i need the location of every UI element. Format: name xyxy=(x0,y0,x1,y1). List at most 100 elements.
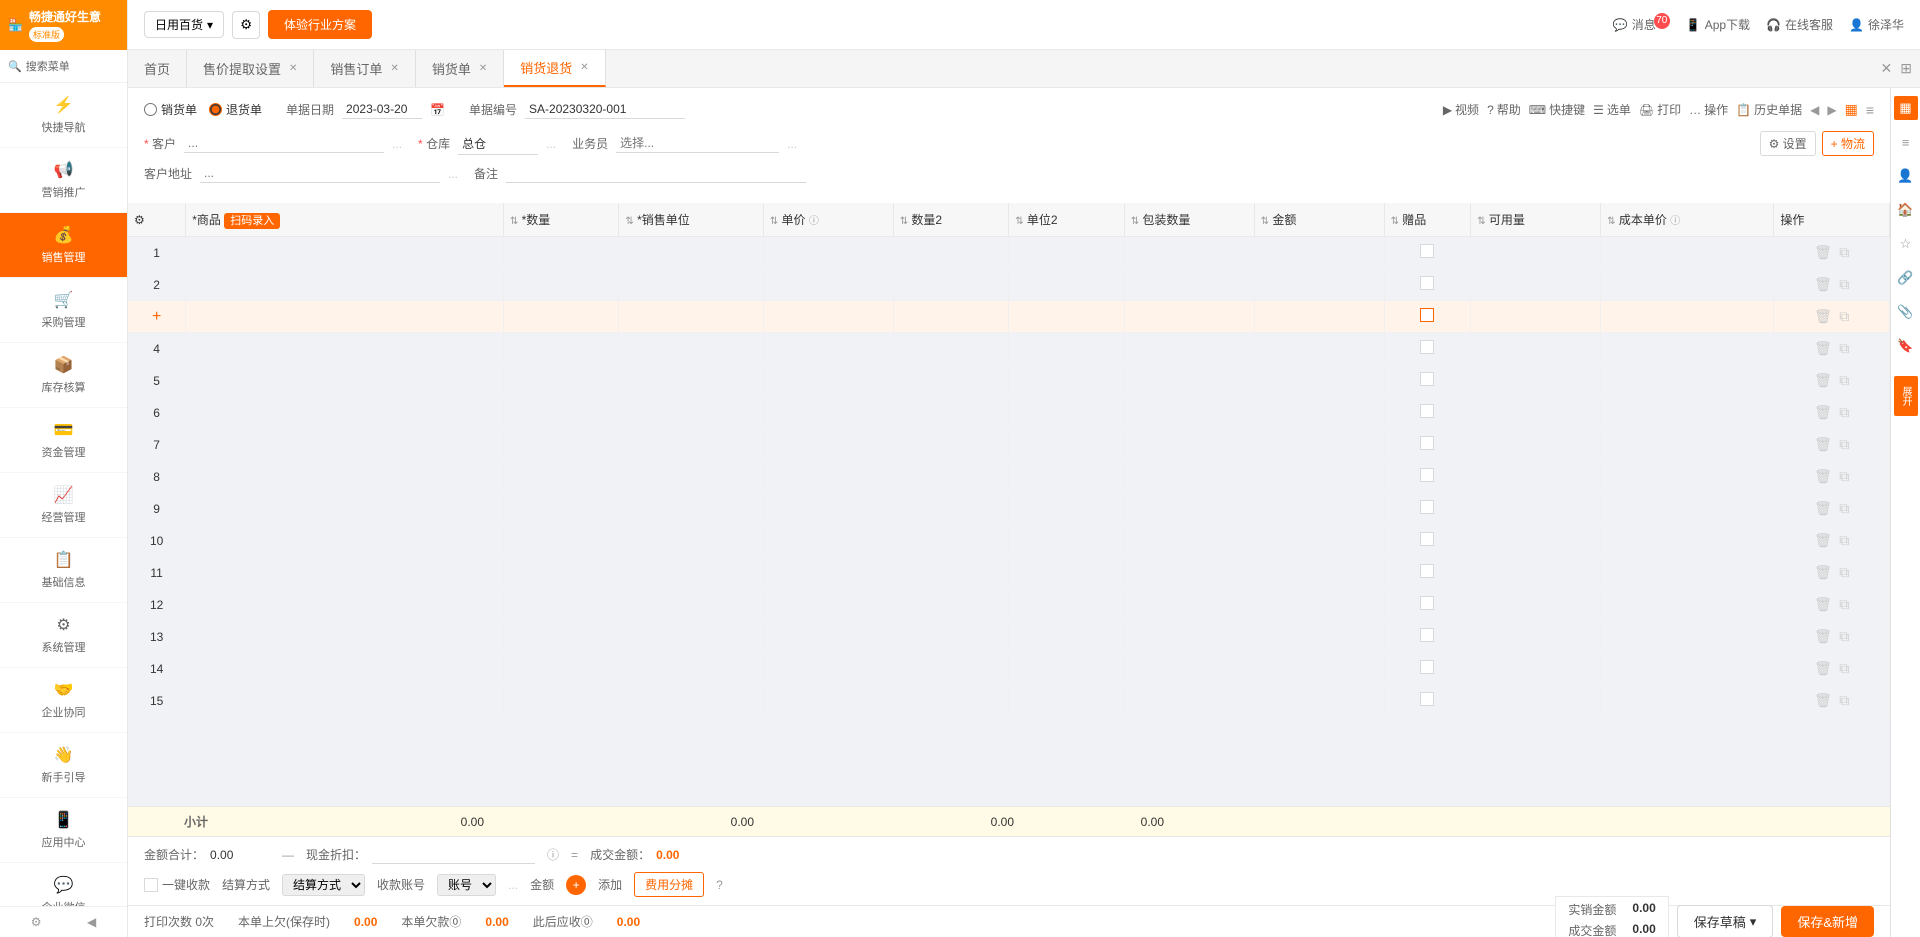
side-icon-star[interactable]: ☆ xyxy=(1894,232,1918,256)
row-unit2-10[interactable] xyxy=(1009,525,1125,557)
row-unit2-1[interactable] xyxy=(1009,237,1125,269)
row-qty-15[interactable] xyxy=(503,685,619,717)
copy-row-1[interactable]: ⧉ xyxy=(1839,244,1849,260)
delete-row-8[interactable]: 🗑 xyxy=(1814,468,1832,484)
row-pkgqty-12[interactable] xyxy=(1124,589,1254,621)
unitprice-input-2[interactable] xyxy=(770,278,887,292)
delete-row-6[interactable]: 🗑 xyxy=(1814,404,1832,420)
qty-input-2[interactable] xyxy=(510,278,613,292)
row-available-3[interactable] xyxy=(1471,301,1601,333)
sidebar-item-sales[interactable]: 💰 销售管理 xyxy=(0,213,127,278)
row-qty2-13[interactable] xyxy=(893,621,1009,653)
row-product-4[interactable] xyxy=(186,333,504,365)
row-qty2-8[interactable] xyxy=(893,461,1009,493)
available-input-15[interactable] xyxy=(1477,694,1594,708)
product-input-13[interactable] xyxy=(192,630,497,644)
shortcut-btn[interactable]: ⌨ 快捷键 xyxy=(1529,101,1585,118)
sort-icon10[interactable]: ⇅ xyxy=(1607,216,1615,227)
gift-checkbox-8[interactable] xyxy=(1420,468,1434,482)
sidebar-item-operations[interactable]: 📈 经营管理 xyxy=(0,473,127,538)
product-input-7[interactable] xyxy=(192,438,497,452)
row-salesunit-6[interactable] xyxy=(619,397,763,429)
tab-salesorder-close[interactable]: ✕ xyxy=(390,63,398,74)
salesunit-input-5[interactable] xyxy=(625,374,756,388)
row-available-9[interactable] xyxy=(1471,493,1601,525)
row-unit2-15[interactable] xyxy=(1009,685,1125,717)
row-salesunit-8[interactable] xyxy=(619,461,763,493)
row-qty2-2[interactable] xyxy=(893,269,1009,301)
delete-row-15[interactable]: 🗑 xyxy=(1814,692,1832,708)
product-input-3[interactable] xyxy=(192,310,497,324)
row-costprice-4[interactable] xyxy=(1601,333,1774,365)
row-unitprice-13[interactable] xyxy=(763,621,893,653)
qty2-input-11[interactable] xyxy=(900,566,1003,580)
row-gift-15[interactable] xyxy=(1384,685,1471,717)
row-available-1[interactable] xyxy=(1471,237,1601,269)
product-input-1[interactable] xyxy=(192,246,497,260)
row-costprice-3[interactable] xyxy=(1601,301,1774,333)
copy-row-14[interactable]: ⧉ xyxy=(1839,660,1849,676)
row-pkgqty-5[interactable] xyxy=(1124,365,1254,397)
salesunit-input-8[interactable] xyxy=(625,470,756,484)
row-qty2-12[interactable] xyxy=(893,589,1009,621)
operation-btn[interactable]: … 操作 xyxy=(1689,101,1728,118)
product-input-15[interactable] xyxy=(192,694,497,708)
industry-dropdown[interactable]: 日用百货 ▾ xyxy=(144,11,224,38)
row-salesunit-10[interactable] xyxy=(619,525,763,557)
available-input-7[interactable] xyxy=(1477,438,1594,452)
product-input-6[interactable] xyxy=(192,406,497,420)
amount-input-2[interactable] xyxy=(1261,278,1378,292)
row-costprice-13[interactable] xyxy=(1601,621,1774,653)
pkgqty-input-9[interactable] xyxy=(1131,502,1248,516)
salesunit-input-13[interactable] xyxy=(625,630,756,644)
available-input-2[interactable] xyxy=(1477,278,1594,292)
qty2-input-10[interactable] xyxy=(900,534,1003,548)
print-btn[interactable]: 🖨 打印 xyxy=(1639,101,1681,118)
available-input-1[interactable] xyxy=(1477,246,1594,260)
sort-icon3[interactable]: ⇅ xyxy=(770,216,778,227)
row-product-6[interactable] xyxy=(186,397,504,429)
qty2-input-9[interactable] xyxy=(900,502,1003,516)
gift-checkbox-13[interactable] xyxy=(1420,628,1434,642)
unit2-input-12[interactable] xyxy=(1015,598,1118,612)
gift-checkbox-4[interactable] xyxy=(1420,340,1434,354)
unit2-input-15[interactable] xyxy=(1015,694,1118,708)
pkgqty-input-5[interactable] xyxy=(1131,374,1248,388)
row-qty2-11[interactable] xyxy=(893,557,1009,589)
costprice-input-5[interactable] xyxy=(1607,374,1767,388)
costprice-input-15[interactable] xyxy=(1607,694,1767,708)
row-salesunit-7[interactable] xyxy=(619,429,763,461)
sort-icon2[interactable]: ⇅ xyxy=(625,216,633,227)
side-icon-user[interactable]: 👤 xyxy=(1894,164,1918,188)
unit-price-info-icon[interactable]: ⓘ xyxy=(809,216,819,227)
copy-row-9[interactable]: ⧉ xyxy=(1839,500,1849,516)
row-pkgqty-7[interactable] xyxy=(1124,429,1254,461)
delete-row-2[interactable]: 🗑 xyxy=(1814,276,1832,292)
unit2-input-5[interactable] xyxy=(1015,374,1118,388)
account-select[interactable]: 账号 xyxy=(437,874,496,896)
online-service-button[interactable]: 🎧 在线客服 xyxy=(1766,16,1833,33)
gift-checkbox-12[interactable] xyxy=(1420,596,1434,610)
unitprice-input-5[interactable] xyxy=(770,374,887,388)
tab-sales-return[interactable]: 销货退货 ✕ xyxy=(504,50,605,87)
copy-row-10[interactable]: ⧉ xyxy=(1839,532,1849,548)
qty2-input-15[interactable] xyxy=(900,694,1003,708)
amount-input-9[interactable] xyxy=(1261,502,1378,516)
row-costprice-15[interactable] xyxy=(1601,685,1774,717)
sidebar-item-inventory[interactable]: 📦 库存核算 xyxy=(0,343,127,408)
sidebar-item-newguide[interactable]: 👋 新手引导 xyxy=(0,733,127,798)
row-unitprice-6[interactable] xyxy=(763,397,893,429)
message-button[interactable]: 💬 消息 70 xyxy=(1613,16,1670,33)
row-gift-14[interactable] xyxy=(1384,653,1471,685)
row-amount-12[interactable] xyxy=(1254,589,1384,621)
unit2-input-7[interactable] xyxy=(1015,438,1118,452)
costprice-input-9[interactable] xyxy=(1607,502,1767,516)
row-costprice-5[interactable] xyxy=(1601,365,1774,397)
row-amount-8[interactable] xyxy=(1254,461,1384,493)
row-amount-3[interactable] xyxy=(1254,301,1384,333)
costprice-input-11[interactable] xyxy=(1607,566,1767,580)
gift-checkbox-5[interactable] xyxy=(1420,372,1434,386)
settings-button[interactable]: ⚙ 设置 xyxy=(1760,131,1816,156)
qty-input-13[interactable] xyxy=(510,630,613,644)
row-available-2[interactable] xyxy=(1471,269,1601,301)
